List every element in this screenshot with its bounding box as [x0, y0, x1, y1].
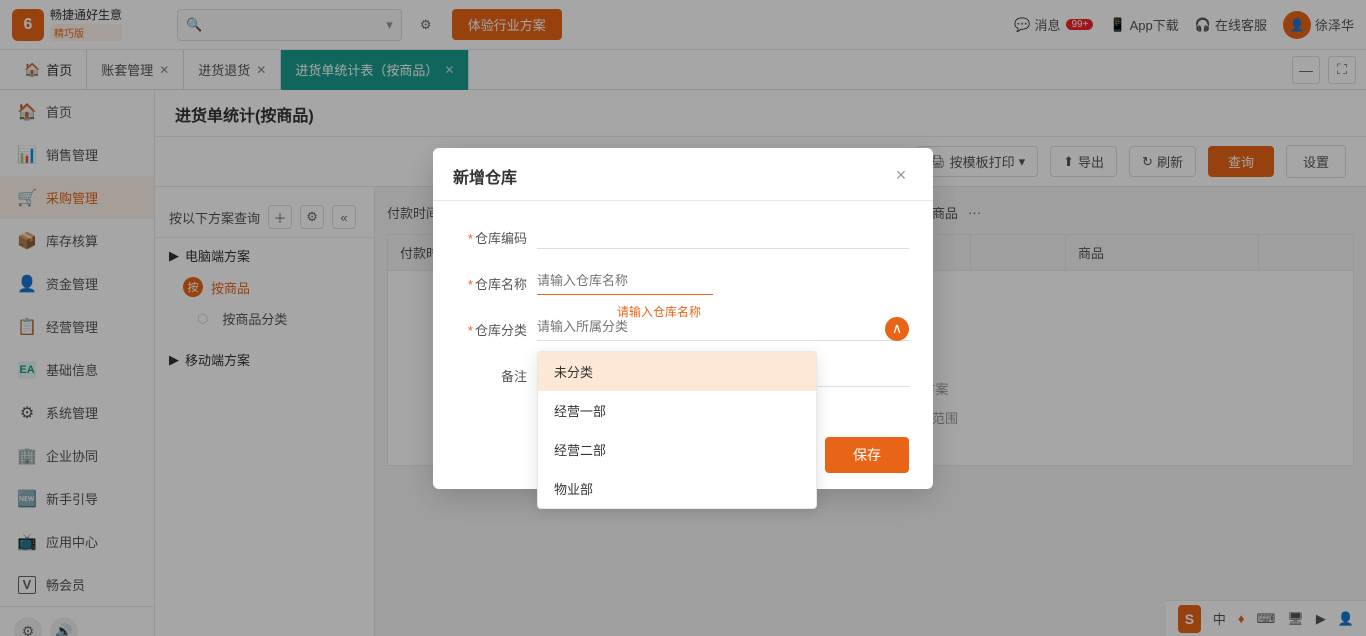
modal-close-btn[interactable]: ×: [889, 164, 913, 188]
dropdown-item-dept1[interactable]: 经营一部: [538, 391, 816, 430]
category-dropdown-list: 未分类 经营一部 经营二部 物业部: [537, 351, 817, 509]
category-label: *仓库分类: [457, 313, 537, 339]
save-btn[interactable]: 保存: [825, 437, 909, 473]
modal-title: 新增仓库: [453, 164, 517, 188]
modal-header: 新增仓库 ×: [433, 148, 933, 201]
new-warehouse-modal: 新增仓库 × *仓库编码 04 *仓库名称 请输入仓库名称: [433, 148, 933, 489]
form-row-category: *仓库分类 ∧ 未分类 经营一部 经营二部 物业部: [457, 313, 909, 341]
code-input[interactable]: 04: [537, 221, 909, 249]
name-input[interactable]: [537, 267, 713, 295]
note-label: 备注: [457, 359, 537, 385]
category-dropdown-btn[interactable]: ∧: [885, 317, 909, 341]
dropdown-item-none[interactable]: 未分类: [538, 352, 816, 391]
dropdown-item-dept2[interactable]: 经营二部: [538, 430, 816, 469]
modal-body: *仓库编码 04 *仓库名称 请输入仓库名称 *仓库分类: [433, 201, 933, 425]
dropdown-item-property[interactable]: 物业部: [538, 469, 816, 508]
name-field-wrapper: 请输入仓库名称: [537, 267, 909, 295]
category-dropdown-wrapper: ∧ 未分类 经营一部 经营二部 物业部: [537, 313, 909, 341]
code-label: *仓库编码: [457, 221, 537, 247]
modal-overlay: 新增仓库 × *仓库编码 04 *仓库名称 请输入仓库名称: [0, 0, 1366, 636]
name-label: *仓库名称: [457, 267, 537, 293]
form-row-name: *仓库名称 请输入仓库名称: [457, 267, 909, 295]
category-input[interactable]: [537, 313, 909, 341]
form-row-code: *仓库编码 04: [457, 221, 909, 249]
